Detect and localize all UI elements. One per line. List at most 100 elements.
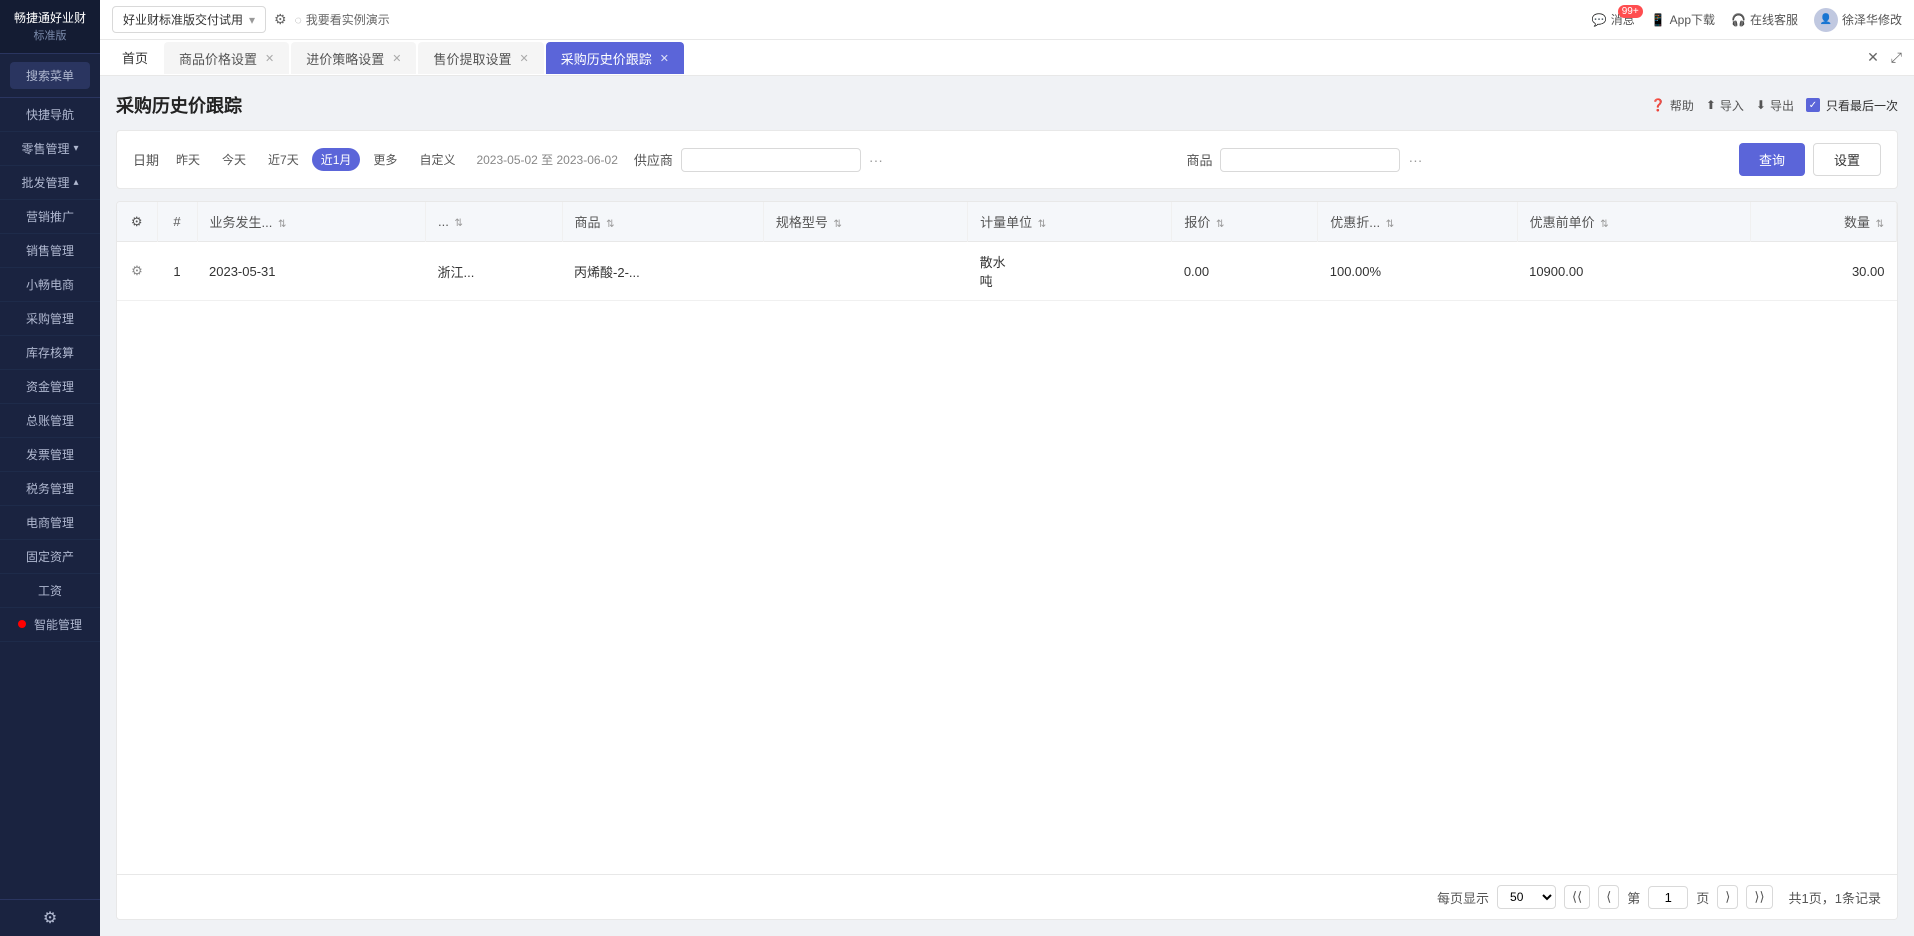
prev-page-button[interactable]: ⟨ xyxy=(1598,885,1619,909)
page-header: 采购历史价跟踪 ❓ 帮助 ⬆ 导入 ⬇ 导出 只看最后一次 xyxy=(116,92,1898,118)
tab-home[interactable]: 首页 xyxy=(108,42,162,73)
sidebar-item-quicknav[interactable]: 快捷导航 xyxy=(0,98,100,132)
phone-icon: 📱 xyxy=(1651,13,1666,27)
messages-button[interactable]: 💬 消息 99+ xyxy=(1592,11,1635,28)
row-supplier: 浙江... xyxy=(426,242,563,301)
last-page-button[interactable]: ⟩⟩ xyxy=(1746,885,1772,909)
tab-strategy[interactable]: 进价策略设置 ✕ xyxy=(291,42,416,74)
supplier-input[interactable] xyxy=(681,148,861,172)
row-date: 2023-05-31 xyxy=(197,242,426,301)
goods-more-icon[interactable]: ··· xyxy=(1408,152,1422,168)
sidebar-item-smart[interactable]: 智能管理 xyxy=(0,608,100,642)
sort-qty-icon: ⇅ xyxy=(1876,219,1884,230)
sidebar-item-sales[interactable]: 销售管理 xyxy=(0,234,100,268)
next-page-button[interactable]: ⟩ xyxy=(1717,885,1738,909)
th-unit[interactable]: 计量单位 ⇅ xyxy=(968,202,1172,242)
wholesale-label: 批发管理 xyxy=(21,174,69,191)
sidebar-item-fixed-assets[interactable]: 固定资产 xyxy=(0,540,100,574)
date-1month-btn[interactable]: 近1月 xyxy=(312,148,361,171)
messages-badge: 99+ xyxy=(1618,5,1643,18)
page-actions: ❓ 帮助 ⬆ 导入 ⬇ 导出 只看最后一次 xyxy=(1651,97,1898,114)
date-yesterday-btn[interactable]: 昨天 xyxy=(167,148,209,171)
sidebar-item-marketing[interactable]: 营销推广 xyxy=(0,200,100,234)
gear-icon[interactable]: ⚙ xyxy=(131,214,143,229)
row-spec xyxy=(763,242,967,301)
th-discount[interactable]: 优惠折... ⇅ xyxy=(1318,202,1517,242)
supplier-more-icon[interactable]: ··· xyxy=(869,152,883,168)
export-button[interactable]: ⬇ 导出 xyxy=(1756,97,1794,114)
per-page-select[interactable]: 50 10 20 100 xyxy=(1497,885,1556,909)
date-more-btn[interactable]: 更多 xyxy=(364,148,406,171)
sidebar-item-salary[interactable]: 工资 xyxy=(0,574,100,608)
query-button[interactable]: 查询 xyxy=(1739,143,1805,176)
sidebar-item-general-ledger[interactable]: 总账管理 xyxy=(0,404,100,438)
settings-icon[interactable]: ⚙ xyxy=(43,910,57,927)
user-name: 徐泽华修改 xyxy=(1842,11,1902,28)
sort-discount-icon: ⇅ xyxy=(1386,219,1394,230)
headset-icon: 🎧 xyxy=(1731,13,1746,27)
tab-strategy-close-icon[interactable]: ✕ xyxy=(392,52,401,65)
date-today-btn[interactable]: 今天 xyxy=(213,148,255,171)
page-number-input[interactable] xyxy=(1648,886,1688,909)
date-custom-btn[interactable]: 自定义 xyxy=(410,148,464,171)
sidebar-item-ecom[interactable]: 电商管理 xyxy=(0,506,100,540)
th-orig-price-label: 优惠前单价 xyxy=(1530,215,1595,230)
row-qty: 30.00 xyxy=(1751,242,1897,301)
row-unit2-text: 吨 xyxy=(980,274,993,289)
sidebar-item-finance[interactable]: 资金管理 xyxy=(0,370,100,404)
invoice-label: 发票管理 xyxy=(26,446,74,463)
sidebar-item-retail[interactable]: 零售管理 ▾ xyxy=(0,132,100,166)
main-area: 好业财标准版交付试用 ▾ ⚙ 我要看实例演示 💬 消息 99+ 📱 App下载 … xyxy=(100,0,1914,936)
th-spec-label: 规格型号 xyxy=(776,215,828,230)
user-menu[interactable]: 👤 徐泽华修改 xyxy=(1814,8,1902,32)
tab-history[interactable]: 采购历史价跟踪 ✕ xyxy=(546,42,684,74)
settings-gear-icon[interactable]: ⚙ xyxy=(274,11,287,28)
tab-close-all-button[interactable]: ✕ xyxy=(1863,45,1883,70)
sidebar-item-inventory[interactable]: 库存核算 xyxy=(0,336,100,370)
goods-input[interactable] xyxy=(1220,148,1400,172)
online-service-button[interactable]: 🎧 在线客服 xyxy=(1731,11,1798,28)
only-last-checkbox[interactable]: 只看最后一次 xyxy=(1806,97,1898,114)
demo-label: 我要看实例演示 xyxy=(306,11,390,28)
edition-selector[interactable]: 好业财标准版交付试用 ▾ xyxy=(112,6,266,33)
import-button[interactable]: ⬆ 导入 xyxy=(1706,97,1744,114)
th-dots[interactable]: ... ⇅ xyxy=(426,202,563,242)
th-date[interactable]: 业务发生... ⇅ xyxy=(197,202,426,242)
help-button[interactable]: ❓ 帮助 xyxy=(1651,97,1694,114)
date-range-display: 2023-05-02 至 2023-06-02 xyxy=(476,151,617,168)
row-price: 0.00 xyxy=(1172,242,1318,301)
first-page-button[interactable]: ⟨⟨ xyxy=(1564,885,1590,909)
logo-name: 畅捷通好业财 xyxy=(8,10,92,27)
tab-sell-price-close-icon[interactable]: ✕ xyxy=(520,52,529,65)
sidebar-item-purchase[interactable]: 采购管理 xyxy=(0,302,100,336)
th-price-label: 报价 xyxy=(1184,215,1210,230)
th-price[interactable]: 报价 ⇅ xyxy=(1172,202,1318,242)
sidebar-bottom: ⚙ xyxy=(0,899,100,936)
row-gear-icon[interactable]: ⚙ xyxy=(117,242,157,301)
search-menu-button[interactable]: 搜索菜单 xyxy=(10,62,90,89)
app-download-button[interactable]: 📱 App下载 xyxy=(1651,11,1715,28)
tab-home-label: 首页 xyxy=(122,48,148,67)
table-wrap: ⚙ # 业务发生... ⇅ ... ⇅ xyxy=(117,202,1897,874)
th-orig-price[interactable]: 优惠前单价 ⇅ xyxy=(1517,202,1750,242)
filter-actions: 查询 设置 xyxy=(1739,143,1881,176)
general-ledger-label: 总账管理 xyxy=(26,412,74,429)
settings-button[interactable]: 设置 xyxy=(1813,143,1881,176)
tab-history-close-icon[interactable]: ✕ xyxy=(660,52,669,65)
demo-button[interactable]: 我要看实例演示 xyxy=(295,11,390,28)
sidebar-item-wholesale[interactable]: 批发管理 ▴ xyxy=(0,166,100,200)
tab-price-close-icon[interactable]: ✕ xyxy=(265,52,274,65)
tab-price[interactable]: 商品价格设置 ✕ xyxy=(164,42,289,74)
row-discount: 100.00% xyxy=(1318,242,1517,301)
smart-dot-icon xyxy=(18,620,26,628)
th-qty[interactable]: 数量 ⇅ xyxy=(1751,202,1897,242)
th-goods[interactable]: 商品 ⇅ xyxy=(562,202,763,242)
table-header-row: ⚙ # 业务发生... ⇅ ... ⇅ xyxy=(117,202,1897,242)
tab-sell-price[interactable]: 售价提取设置 ✕ xyxy=(418,42,543,74)
date-7days-btn[interactable]: 近7天 xyxy=(259,148,308,171)
sidebar-item-tax[interactable]: 税务管理 xyxy=(0,472,100,506)
tab-expand-button[interactable]: ⤢ xyxy=(1887,45,1906,70)
sidebar-item-ecom-small[interactable]: 小畅电商 xyxy=(0,268,100,302)
sidebar-item-invoice[interactable]: 发票管理 xyxy=(0,438,100,472)
th-spec[interactable]: 规格型号 ⇅ xyxy=(763,202,967,242)
